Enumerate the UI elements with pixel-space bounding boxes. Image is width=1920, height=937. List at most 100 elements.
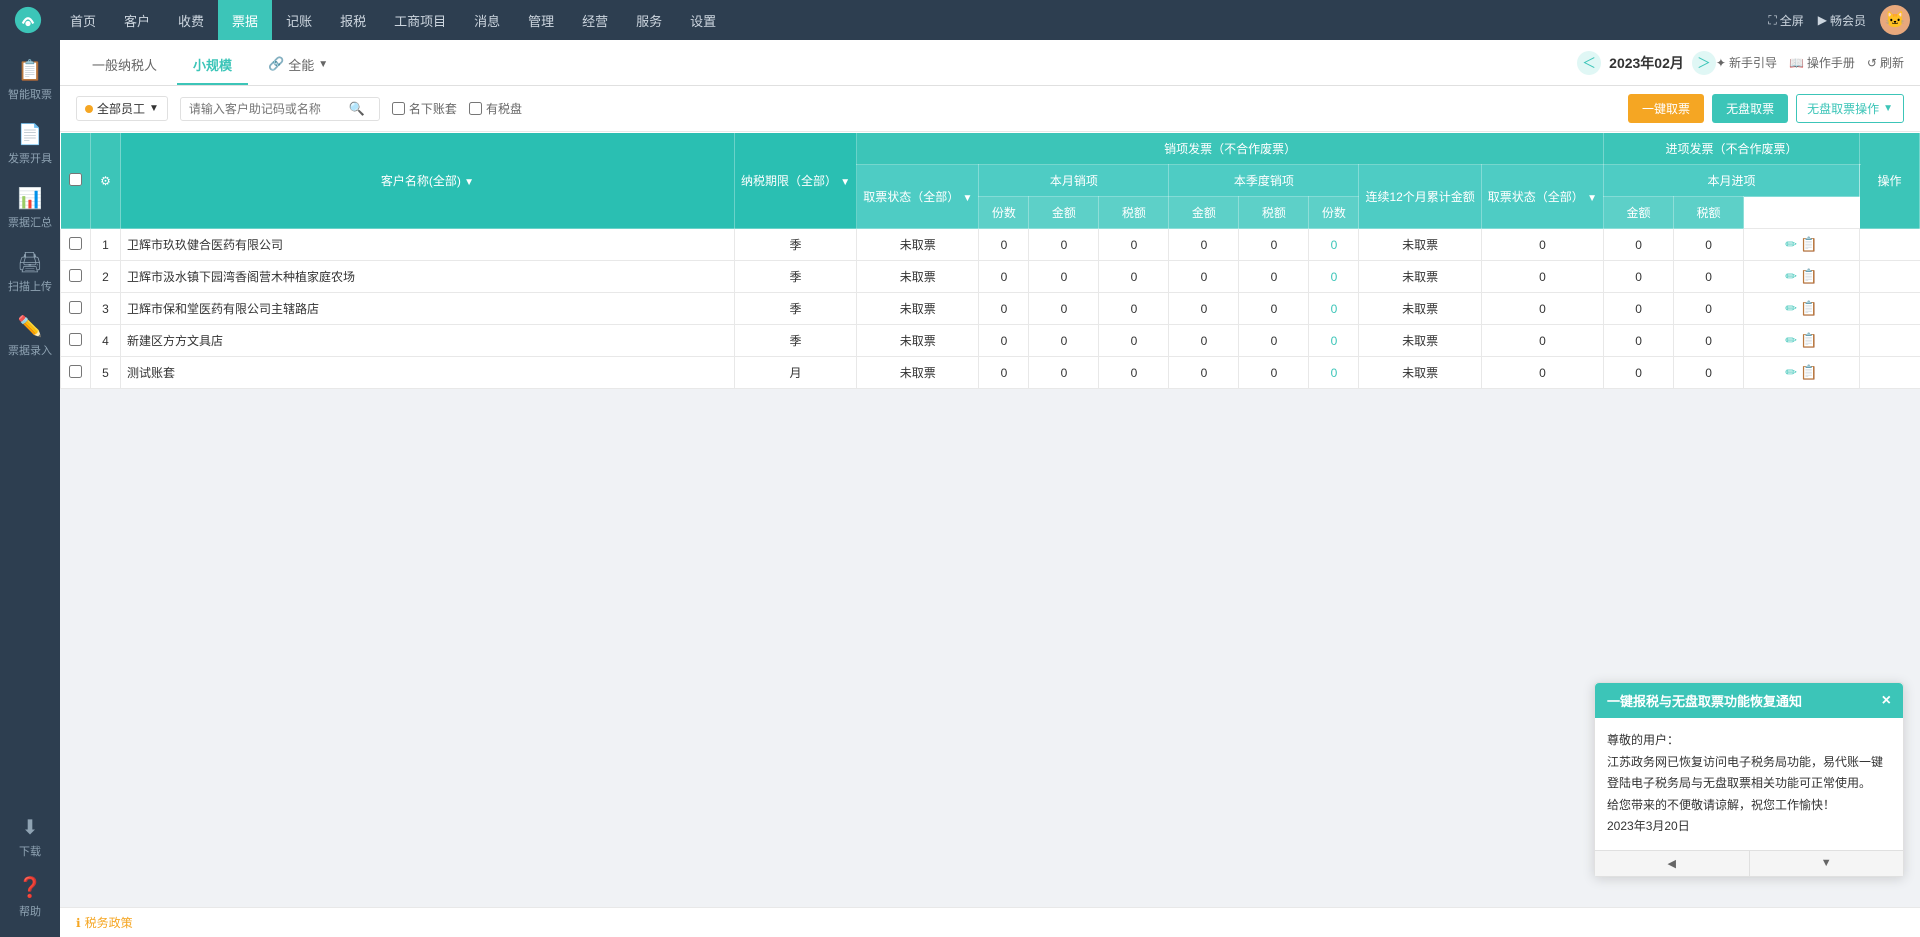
row-action: ✏ 📋 [1744,261,1860,293]
th-customer-name: 客户名称(全部) ▼ [121,133,735,229]
checkbox-tax-disk-input[interactable] [469,102,482,115]
table-body: 1 卫辉市玖玖健合医药有限公司 季 未取票 0 0 0 0 0 0 未取票 0 … [61,229,1920,389]
sidebar-item-scan[interactable]: 🖨 扫描上传 [2,242,58,302]
next-month-btn[interactable]: ＞ [1692,51,1716,75]
row-sale-season-tax: 0 [1239,325,1309,357]
row-num: 2 [91,261,121,293]
nav-home[interactable]: 首页 [56,0,110,40]
row-in-amt: 0 [1604,293,1674,325]
sale-12m-link[interactable]: 0 [1331,270,1338,284]
tab-small-scale[interactable]: 小规模 [177,45,248,85]
row-in-status: 未取票 [1359,325,1481,357]
row-period: 季 [734,293,856,325]
main-nav: 首页 客户 收费 票据 记账 报税 工商项目 消息 管理 经营 服务 设置 [56,0,1768,40]
row-checkbox-cell [61,261,91,293]
notif-tab-1[interactable]: ◀ [1595,851,1750,876]
refresh-icon: ↺ [1867,56,1877,70]
detail-btn[interactable]: 📋 [1800,236,1817,253]
current-month-label: 2023年02月 [1609,53,1684,73]
nav-fee[interactable]: 收费 [164,0,218,40]
sale-12m-link[interactable]: 0 [1331,366,1338,380]
help-icon: ❓ [18,875,43,900]
th-tax-period: 纳税期限（全部） ▼ [734,133,856,229]
member-btn[interactable]: ▶ 畅会员 [1818,12,1866,29]
more-chevron-icon: ▼ [1883,103,1893,114]
table-row: 5 测试账套 月 未取票 0 0 0 0 0 0 未取票 0 0 0 ✏ 📋 [61,357,1920,389]
tab-all[interactable]: 🔗 全能 ▼ [252,45,344,85]
edit-btn[interactable]: ✏ [1785,364,1797,381]
chevron-down-icon: ▼ [318,59,328,70]
nav-customer[interactable]: 客户 [110,0,164,40]
checkbox-my-accounts-input[interactable] [392,102,405,115]
prev-month-btn[interactable]: ＜ [1577,51,1601,75]
checkbox-tax-disk[interactable]: 有税盘 [469,100,522,117]
row-sale-12m: 0 [1309,293,1359,325]
sale-12m-link[interactable]: 0 [1331,302,1338,316]
row-checkbox[interactable] [69,365,82,378]
th-action: 操作 [1860,133,1920,229]
one-click-fetch-btn[interactable]: 一键取票 [1628,94,1704,123]
sidebar-item-help[interactable]: ❓ 帮助 [2,867,58,927]
th-income-group: 进项发票（不合作废票） [1604,133,1860,165]
row-checkbox[interactable] [69,269,82,282]
row-in-tax: 0 [1674,293,1744,325]
edit-btn[interactable]: ✏ [1785,300,1797,317]
detail-btn[interactable]: 📋 [1800,364,1817,381]
search-icon[interactable]: 🔍 [349,101,365,117]
row-sale-shares: 0 [979,325,1029,357]
nav-manage[interactable]: 管理 [514,0,568,40]
top-nav: 首页 客户 收费 票据 记账 报税 工商项目 消息 管理 经营 服务 设置 ⛶ … [0,0,1920,40]
row-in-amt: 0 [1604,357,1674,389]
dropdown-icon: ▼ [149,103,159,114]
nav-operation[interactable]: 经营 [568,0,622,40]
row-in-tax: 0 [1674,325,1744,357]
nav-tax[interactable]: 报税 [326,0,380,40]
nav-settings[interactable]: 设置 [676,0,730,40]
row-checkbox[interactable] [69,333,82,346]
nav-bookkeep[interactable]: 记账 [272,0,326,40]
row-num: 5 [91,357,121,389]
detail-btn[interactable]: 📋 [1800,268,1817,285]
sidebar-item-entry[interactable]: ✏️ 票据录入 [2,306,58,366]
guide-btn[interactable]: ✦ 新手引导 [1716,54,1777,71]
sidebar-item-summary[interactable]: 📊 票据汇总 [2,178,58,238]
employee-select[interactable]: 全部员工 ▼ [76,96,168,121]
row-num: 1 [91,229,121,261]
avatar[interactable]: 🐱 [1880,5,1910,35]
diskless-fetch-more-btn[interactable]: 无盘取票操作 ▼ [1796,94,1904,123]
nav-message[interactable]: 消息 [460,0,514,40]
row-checkbox[interactable] [69,301,82,314]
notif-tab-2[interactable]: ▼ [1750,851,1904,876]
fullscreen-btn[interactable]: ⛶ 全屏 [1768,12,1803,29]
row-sale-status: 未取票 [857,357,979,389]
edit-btn[interactable]: ✏ [1785,236,1797,253]
sale-12m-link[interactable]: 0 [1331,238,1338,252]
nav-service[interactable]: 服务 [622,0,676,40]
tax-policy-link[interactable]: 税务政策 [85,914,133,931]
row-sale-season-amt: 0 [1169,229,1239,261]
link-icon: 🔗 [268,56,284,72]
sidebar-item-open-invoice[interactable]: 📄 发票开具 [2,114,58,174]
search-input-wrap: 🔍 [180,97,380,121]
edit-btn[interactable]: ✏ [1785,332,1797,349]
edit-btn[interactable]: ✏ [1785,268,1797,285]
tab-general-taxpayer[interactable]: 一般纳税人 [76,45,173,85]
nav-business[interactable]: 工商项目 [380,0,460,40]
row-sale-month-tax: 0 [1099,261,1169,293]
select-all-checkbox[interactable] [69,173,82,186]
row-checkbox[interactable] [69,237,82,250]
manual-btn[interactable]: 📖 操作手册 [1789,54,1855,71]
notif-close-btn[interactable]: × [1882,692,1891,710]
sidebar-item-download[interactable]: ⬇ 下载 [2,807,58,867]
sale-12m-link[interactable]: 0 [1331,334,1338,348]
refresh-btn[interactable]: ↺ 刷新 [1867,54,1904,71]
sidebar-item-smart-invoice[interactable]: 📋 智能取票 [2,50,58,110]
nav-invoice[interactable]: 票据 [218,0,272,40]
detail-btn[interactable]: 📋 [1800,332,1817,349]
diskless-fetch-btn[interactable]: 无盘取票 [1712,94,1788,123]
checkbox-my-accounts[interactable]: 名下账套 [392,100,457,117]
search-input[interactable] [189,102,349,116]
detail-btn[interactable]: 📋 [1800,300,1817,317]
info-icon: ℹ [76,916,81,930]
notif-scroll: 尊敬的用户：江苏政务网已恢复访问电子税务局功能，易代账一键登陆电子税务局与无盘取… [1595,718,1903,850]
